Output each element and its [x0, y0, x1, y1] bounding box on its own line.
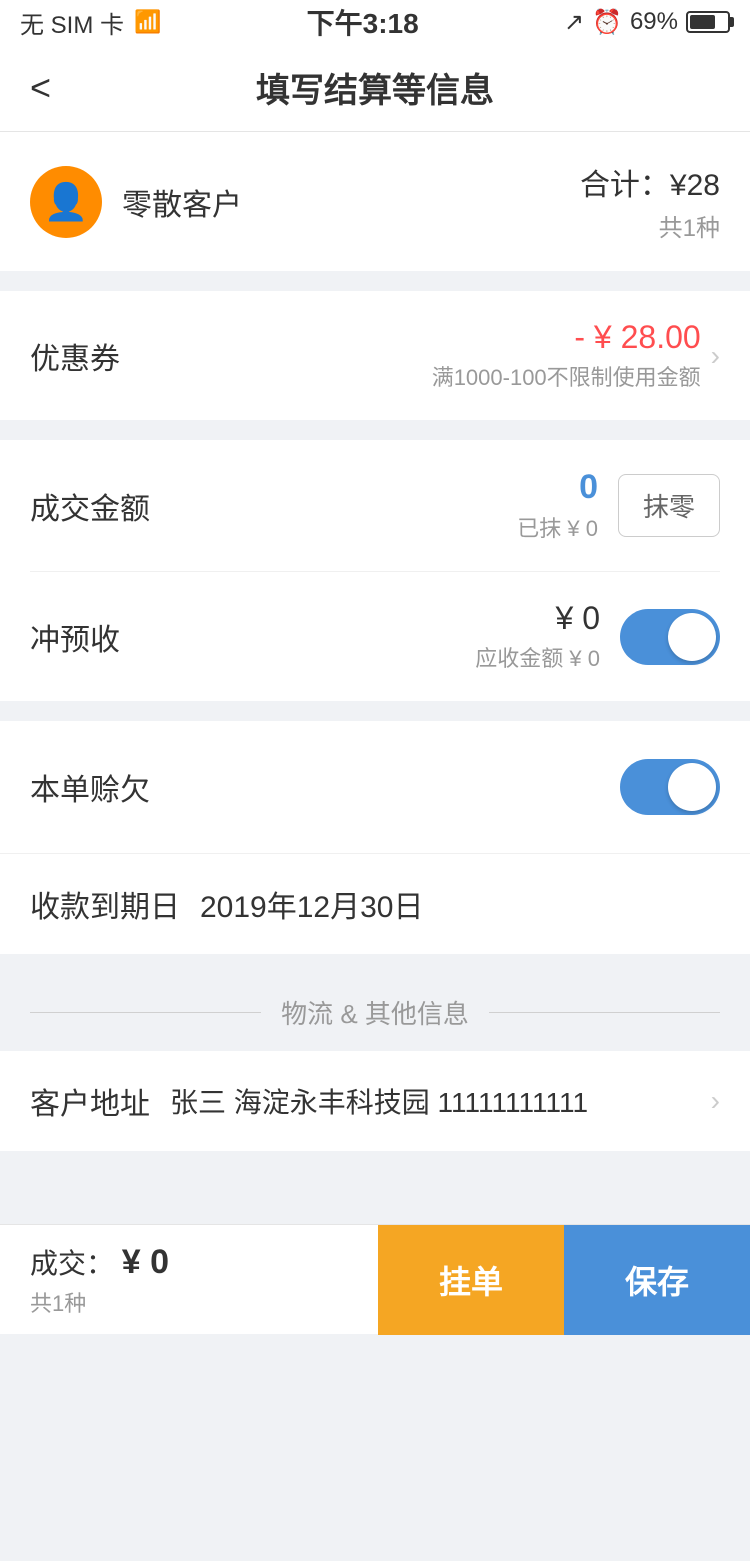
gap3: [0, 701, 750, 721]
debt-label: 本单赊欠: [30, 765, 150, 809]
address-chevron-icon: ›: [711, 1085, 720, 1117]
prepay-amount: ¥ 0: [475, 600, 600, 637]
due-date-label: 收款到期日: [30, 882, 180, 926]
logistics-title: 物流 & 其他信息: [281, 994, 469, 1031]
save-button[interactable]: 保存: [564, 1225, 750, 1335]
coupon-label: 优惠券: [30, 334, 120, 378]
bottom-bar: 成交： ¥ 0 共1种 挂单 保存: [0, 1224, 750, 1334]
customer-right: 合计：¥28 共1种: [580, 160, 720, 243]
location-icon: ↗: [564, 8, 584, 37]
prepay-right: ¥ 0 应收金额 ¥ 0: [475, 600, 720, 673]
deal-label: 成交金额: [30, 484, 150, 528]
prepay-toggle[interactable]: [620, 609, 720, 665]
coupon-value-wrap: - ¥ 28.00 满1000-100不限制使用金额: [432, 319, 701, 392]
prepay-row: 冲预收 ¥ 0 应收金额 ¥ 0: [0, 572, 750, 701]
coupon-desc: 满1000-100不限制使用金额: [432, 360, 701, 392]
battery-fill: [690, 15, 715, 29]
status-right: ↗ ⏰ 69%: [564, 8, 730, 37]
debt-section: 本单赊欠 收款到期日 2019年12月30日: [0, 721, 750, 954]
page-title: 填写结算等信息: [256, 63, 494, 112]
address-row[interactable]: 客户地址 张三 海淀永丰科技园 11111111111 ›: [0, 1051, 750, 1151]
logistics-header: 物流 & 其他信息: [0, 974, 750, 1051]
bottom-deal-label: 成交：: [30, 1248, 114, 1279]
prepay-label: 冲预收: [30, 615, 120, 659]
avatar: 👤: [30, 166, 102, 238]
coupon-amount: - ¥ 28.00: [432, 319, 701, 356]
gap2: [0, 420, 750, 440]
debt-row: 本单赊欠: [0, 721, 750, 853]
gap1: [0, 271, 750, 291]
address-section[interactable]: 客户地址 张三 海淀永丰科技园 11111111111 ›: [0, 1051, 750, 1151]
customer-left: 👤 零散客户: [30, 166, 242, 238]
customer-total: 合计：¥28: [580, 160, 720, 204]
debt-toggle[interactable]: [620, 759, 720, 815]
no-sim-text: 无 SIM 卡: [20, 5, 124, 40]
deal-right: 0 已抹 ¥ 0 抹零: [517, 468, 720, 543]
coupon-right: - ¥ 28.00 满1000-100不限制使用金额 ›: [432, 319, 720, 392]
deal-section: 成交金额 0 已抹 ¥ 0 抹零 冲预收 ¥ 0 应收金额 ¥ 0: [0, 440, 750, 701]
due-date-value: 2019年12月30日: [200, 882, 423, 926]
customer-section: 👤 零散客户 合计：¥28 共1种: [0, 132, 750, 271]
bottom-count: 共1种: [30, 1286, 348, 1318]
bottom-summary: 成交： ¥ 0 共1种: [0, 1242, 378, 1318]
customer-count: 共1种: [580, 208, 720, 243]
coupon-section[interactable]: 优惠券 - ¥ 28.00 满1000-100不限制使用金额 ›: [0, 291, 750, 420]
status-bar: 无 SIM 卡 📶 下午3:18 ↗ ⏰ 69%: [0, 0, 750, 44]
coupon-chevron-icon: ›: [711, 340, 720, 372]
round-zero-button[interactable]: 抹零: [618, 474, 720, 537]
bottom-deal-line: 成交： ¥ 0: [30, 1242, 348, 1282]
debt-toggle-knob: [668, 763, 716, 811]
deal-value[interactable]: 0: [517, 468, 598, 507]
battery-icon: [686, 11, 730, 33]
bottom-amount: ¥ 0: [122, 1243, 169, 1281]
deal-row: 成交金额 0 已抹 ¥ 0 抹零: [0, 440, 750, 571]
hold-button[interactable]: 挂单: [378, 1225, 564, 1335]
due-date-row: 收款到期日 2019年12月30日: [0, 853, 750, 954]
alarm-icon: ⏰: [592, 8, 622, 37]
customer-row: 👤 零散客户 合计：¥28 共1种: [0, 132, 750, 271]
deal-sub: 已抹 ¥ 0: [517, 511, 598, 543]
address-label: 客户地址: [30, 1079, 150, 1123]
deal-value-wrap: 0 已抹 ¥ 0: [517, 468, 598, 543]
customer-name: 零散客户: [122, 180, 242, 224]
prepay-sub: 应收金额 ¥ 0: [475, 641, 600, 673]
nav-bar: < 填写结算等信息: [0, 44, 750, 132]
avatar-icon: 👤: [44, 181, 89, 223]
status-left: 无 SIM 卡 📶: [20, 5, 161, 40]
address-value: 张三 海淀永丰科技园 11111111111: [170, 1081, 711, 1121]
coupon-row[interactable]: 优惠券 - ¥ 28.00 满1000-100不限制使用金额 ›: [0, 291, 750, 420]
toggle-knob: [668, 613, 716, 661]
status-time: 下午3:18: [307, 2, 419, 42]
gap4: [0, 954, 750, 974]
back-button[interactable]: <: [30, 67, 51, 109]
wifi-icon: 📶: [134, 9, 161, 35]
battery-percent: 69%: [630, 8, 678, 36]
prepay-value-wrap: ¥ 0 应收金额 ¥ 0: [475, 600, 600, 673]
